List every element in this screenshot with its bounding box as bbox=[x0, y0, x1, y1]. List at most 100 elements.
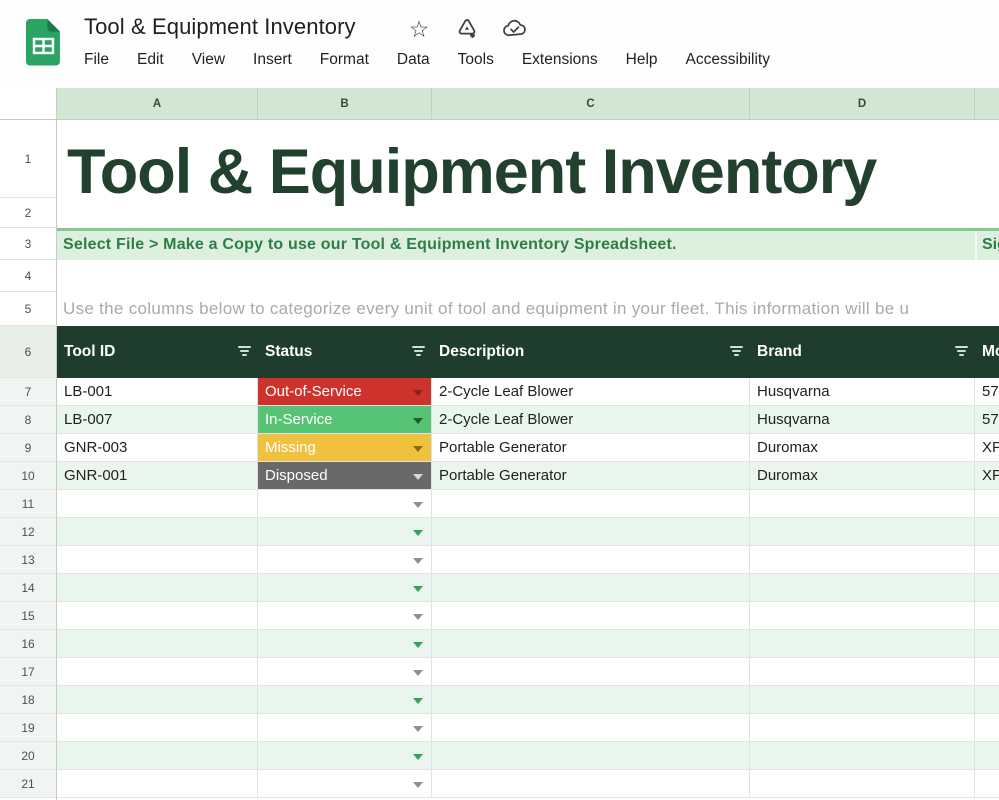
cell-brand[interactable]: Husqvarna bbox=[750, 406, 975, 433]
cell-a3-banner[interactable]: Select File > Make a Copy to use our Too… bbox=[57, 228, 999, 260]
cell-status-empty[interactable] bbox=[258, 742, 432, 769]
dropdown-arrow-icon[interactable] bbox=[413, 473, 423, 480]
dropdown-arrow-icon[interactable] bbox=[413, 417, 423, 424]
status-dropdown-chip[interactable]: In-Service bbox=[258, 406, 431, 433]
menu-format[interactable]: Format bbox=[306, 48, 383, 72]
cell-brand-empty[interactable] bbox=[750, 518, 975, 545]
cell-status[interactable]: In-Service bbox=[258, 406, 432, 433]
filter-icon[interactable] bbox=[729, 346, 743, 358]
cell-status-empty[interactable] bbox=[258, 658, 432, 685]
cell-description-empty[interactable] bbox=[432, 742, 750, 769]
cell-brand-empty[interactable] bbox=[750, 630, 975, 657]
cell-description-empty[interactable] bbox=[432, 630, 750, 657]
cell-tool-id-empty[interactable] bbox=[57, 742, 258, 769]
cell-brand-empty[interactable] bbox=[750, 574, 975, 601]
row-number-7[interactable]: 7 bbox=[0, 378, 56, 406]
cell-brand-empty[interactable] bbox=[750, 714, 975, 741]
cell-model-empty[interactable] bbox=[975, 574, 999, 601]
dropdown-arrow-icon[interactable] bbox=[413, 445, 423, 452]
status-dropdown-chip[interactable]: Missing bbox=[258, 434, 431, 461]
row-number-15[interactable]: 15 bbox=[0, 602, 56, 630]
cell-a5-note[interactable]: Use the columns below to categorize ever… bbox=[57, 292, 999, 326]
dropdown-arrow-icon[interactable] bbox=[413, 753, 423, 760]
cell-model-fragment[interactable]: 57 bbox=[975, 406, 999, 433]
row-number-17[interactable]: 17 bbox=[0, 658, 56, 686]
cell-description-empty[interactable] bbox=[432, 770, 750, 797]
cell-status-empty[interactable] bbox=[258, 518, 432, 545]
cell-model-empty[interactable] bbox=[975, 518, 999, 545]
cell-brand-empty[interactable] bbox=[750, 770, 975, 797]
cell-description-empty[interactable] bbox=[432, 686, 750, 713]
cell-tool-id-empty[interactable] bbox=[57, 602, 258, 629]
dropdown-arrow-icon[interactable] bbox=[413, 613, 423, 620]
dropdown-arrow-icon[interactable] bbox=[413, 725, 423, 732]
cell-description[interactable]: Portable Generator bbox=[432, 434, 750, 461]
cell-model-empty[interactable] bbox=[975, 742, 999, 769]
header-cell-status[interactable]: Status bbox=[258, 326, 432, 378]
header-cell-model-fragment[interactable]: Mo bbox=[975, 326, 999, 378]
column-header-e[interactable] bbox=[975, 88, 999, 119]
cell-model-empty[interactable] bbox=[975, 770, 999, 797]
document-status-cloud-icon[interactable] bbox=[502, 16, 528, 42]
menu-extensions[interactable]: Extensions bbox=[508, 48, 612, 72]
cell-status-empty[interactable] bbox=[258, 714, 432, 741]
column-header-c[interactable]: C bbox=[432, 88, 750, 119]
dropdown-arrow-icon[interactable] bbox=[413, 557, 423, 564]
menu-view[interactable]: View bbox=[178, 48, 239, 72]
row-number-11[interactable]: 11 bbox=[0, 490, 56, 518]
header-cell-tool-id[interactable]: Tool ID bbox=[57, 326, 258, 378]
menu-help[interactable]: Help bbox=[612, 48, 672, 72]
filter-icon[interactable] bbox=[954, 346, 968, 358]
cell-description-empty[interactable] bbox=[432, 546, 750, 573]
cell-brand-empty[interactable] bbox=[750, 742, 975, 769]
cell-model-empty[interactable] bbox=[975, 490, 999, 517]
dropdown-arrow-icon[interactable] bbox=[413, 585, 423, 592]
cell-model-fragment[interactable]: 57 bbox=[975, 378, 999, 405]
row-number-16[interactable]: 16 bbox=[0, 630, 56, 658]
column-header-b[interactable]: B bbox=[258, 88, 432, 119]
row-number-13[interactable]: 13 bbox=[0, 546, 56, 574]
dropdown-arrow-icon[interactable] bbox=[413, 781, 423, 788]
cell-brand[interactable]: Duromax bbox=[750, 462, 975, 489]
cell-description[interactable]: 2-Cycle Leaf Blower bbox=[432, 378, 750, 405]
cell-description-empty[interactable] bbox=[432, 490, 750, 517]
cell-model-empty[interactable] bbox=[975, 714, 999, 741]
cell-brand-empty[interactable] bbox=[750, 686, 975, 713]
dropdown-arrow-icon[interactable] bbox=[413, 641, 423, 648]
row-4-blank[interactable] bbox=[57, 260, 999, 292]
cell-tool-id-empty[interactable] bbox=[57, 490, 258, 517]
menu-insert[interactable]: Insert bbox=[239, 48, 306, 72]
cell-brand-empty[interactable] bbox=[750, 602, 975, 629]
menu-tools[interactable]: Tools bbox=[444, 48, 508, 72]
row-number-20[interactable]: 20 bbox=[0, 742, 56, 770]
row-number-1[interactable]: 1 bbox=[0, 120, 56, 198]
google-sheets-logo-icon[interactable] bbox=[26, 19, 61, 67]
cell-model-fragment[interactable]: XP bbox=[975, 462, 999, 489]
cell-tool-id-empty[interactable] bbox=[57, 714, 258, 741]
cell-tool-id-empty[interactable] bbox=[57, 518, 258, 545]
cell-a1-title[interactable]: Tool & Equipment Inventory bbox=[57, 120, 999, 228]
document-title[interactable]: Tool & Equipment Inventory bbox=[84, 14, 356, 40]
cell-tool-id-empty[interactable] bbox=[57, 574, 258, 601]
cell-e3-fragment[interactable]: Sig bbox=[975, 231, 999, 260]
cell-tool-id-empty[interactable] bbox=[57, 686, 258, 713]
cell-tool-id-empty[interactable] bbox=[57, 630, 258, 657]
row-number-8[interactable]: 8 bbox=[0, 406, 56, 434]
row-number-9[interactable]: 9 bbox=[0, 434, 56, 462]
cell-tool-id[interactable]: GNR-001 bbox=[57, 462, 258, 489]
cell-description-empty[interactable] bbox=[432, 574, 750, 601]
cell-brand-empty[interactable] bbox=[750, 658, 975, 685]
header-cell-brand[interactable]: Brand bbox=[750, 326, 975, 378]
star-icon[interactable]: ☆ bbox=[406, 16, 432, 42]
row-number-2[interactable]: 2 bbox=[0, 198, 56, 228]
cell-model-empty[interactable] bbox=[975, 630, 999, 657]
cell-status[interactable]: Out-of-Service bbox=[258, 378, 432, 405]
cell-description-empty[interactable] bbox=[432, 658, 750, 685]
cell-status[interactable]: Missing bbox=[258, 434, 432, 461]
dropdown-arrow-icon[interactable] bbox=[413, 669, 423, 676]
cell-tool-id[interactable]: LB-007 bbox=[57, 406, 258, 433]
cell-status-empty[interactable] bbox=[258, 630, 432, 657]
filter-icon[interactable] bbox=[411, 346, 425, 358]
cell-model-empty[interactable] bbox=[975, 546, 999, 573]
cell-brand[interactable]: Duromax bbox=[750, 434, 975, 461]
